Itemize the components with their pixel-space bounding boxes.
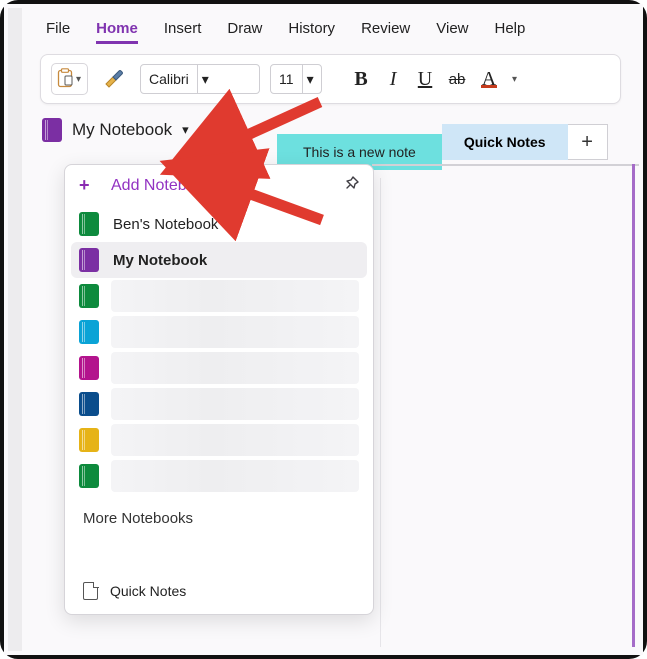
page-icon <box>83 582 98 600</box>
paintbrush-icon <box>102 67 126 92</box>
menu-history[interactable]: History <box>288 20 335 44</box>
strikethrough-button[interactable]: ab <box>446 71 468 88</box>
redacted-label <box>111 388 359 420</box>
notebook-icon <box>79 392 99 416</box>
redacted-label <box>111 352 359 384</box>
font-family-dropdown[interactable]: Calibri ▾ <box>140 64 260 94</box>
notebook-icon <box>79 212 99 236</box>
notebook-option[interactable]: Ben's Notebook <box>71 206 367 242</box>
italic-button[interactable]: I <box>382 68 404 91</box>
notebook-option[interactable] <box>71 386 367 422</box>
notebook-option-selected[interactable]: My Notebook <box>71 242 367 278</box>
menu-help[interactable]: Help <box>495 20 526 44</box>
font-size-value: 11 <box>271 71 302 87</box>
underline-button[interactable]: U <box>414 68 436 91</box>
notebook-option[interactable] <box>71 350 367 386</box>
font-family-value: Calibri <box>141 71 197 87</box>
plus-icon: + <box>581 131 593 154</box>
notebook-label: Ben's Notebook <box>113 216 218 233</box>
notebook-icon <box>79 464 99 488</box>
notebook-icon <box>79 356 99 380</box>
current-notebook-label: My Notebook <box>72 120 172 140</box>
chevron-down-icon[interactable]: ▾ <box>510 74 519 85</box>
font-color-swatch <box>481 85 497 88</box>
chevron-down-icon: ▾ <box>197 65 213 93</box>
bold-button[interactable]: B <box>350 68 372 91</box>
paste-button[interactable]: ▾ <box>51 63 88 95</box>
redacted-label <box>111 316 359 348</box>
menu-review[interactable]: Review <box>361 20 410 44</box>
chevron-down-icon: ▾ <box>182 122 189 138</box>
notebook-icon <box>79 320 99 344</box>
divider <box>372 164 639 166</box>
notebook-icon <box>79 248 99 272</box>
menu-view[interactable]: View <box>436 20 468 44</box>
add-notebook-link[interactable]: Add Notebook <box>111 177 344 195</box>
font-size-dropdown[interactable]: 11 ▾ <box>270 64 322 94</box>
notebook-label: My Notebook <box>113 252 207 269</box>
notebook-option[interactable] <box>71 278 367 314</box>
redacted-label <box>111 460 359 492</box>
notebook-icon <box>42 118 62 142</box>
menubar: File Home Insert Draw History Review Vie… <box>22 8 639 50</box>
notebook-icon <box>79 284 99 308</box>
redacted-label <box>111 280 359 312</box>
clipboard-icon <box>56 68 74 91</box>
ribbon: ▾ Calibri ▾ 11 ▾ B I U <box>40 54 621 104</box>
scrollbar[interactable] <box>632 164 635 647</box>
pin-icon[interactable] <box>344 176 359 195</box>
notebook-icon <box>79 428 99 452</box>
notebook-dropdown: + Add Notebook Ben's Notebook My Noteboo… <box>64 164 374 615</box>
font-color-button[interactable]: A <box>478 68 500 91</box>
menu-home[interactable]: Home <box>96 20 138 44</box>
notebook-option[interactable] <box>71 458 367 494</box>
tab-section-quick-notes[interactable]: Quick Notes <box>442 124 568 160</box>
notebook-option[interactable] <box>71 314 367 350</box>
chevron-down-icon: ▾ <box>74 74 83 85</box>
more-notebooks-link[interactable]: More Notebooks <box>65 494 373 537</box>
quick-notes-label: Quick Notes <box>110 583 186 599</box>
menu-draw[interactable]: Draw <box>227 20 262 44</box>
menu-file[interactable]: File <box>46 20 70 44</box>
chevron-down-icon: ▾ <box>302 65 318 93</box>
divider <box>380 178 381 647</box>
gutter <box>8 8 22 651</box>
format-painter-button[interactable] <box>98 63 130 95</box>
add-section-button[interactable]: + <box>568 124 608 160</box>
notebook-option[interactable] <box>71 422 367 458</box>
menu-insert[interactable]: Insert <box>164 20 202 44</box>
quick-notes-link[interactable]: Quick Notes <box>65 567 373 614</box>
redacted-label <box>111 424 359 456</box>
section-tabs: This is a new note Quick Notes + <box>277 124 639 160</box>
plus-icon: + <box>79 175 97 196</box>
